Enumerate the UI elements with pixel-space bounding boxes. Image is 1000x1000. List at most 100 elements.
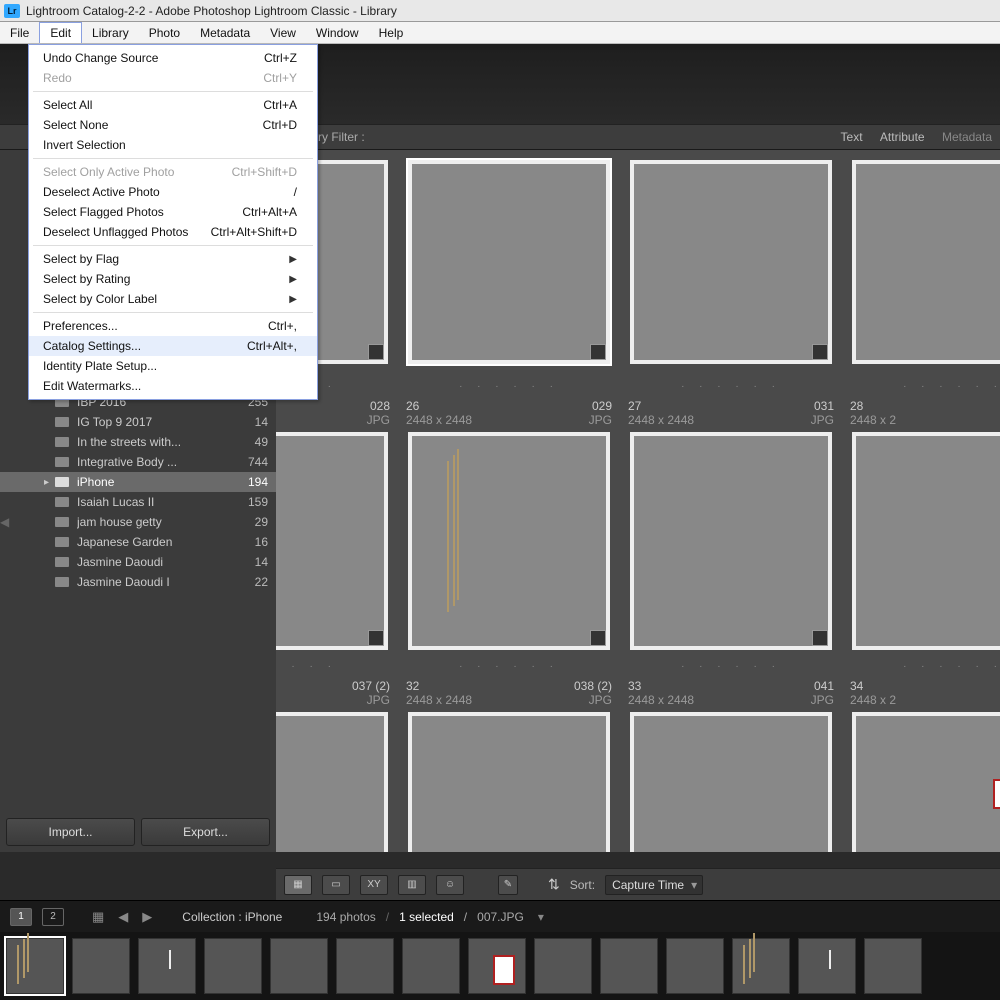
menu-item[interactable]: Invert Selection bbox=[29, 135, 317, 155]
filmstrip-thumbnail[interactable] bbox=[204, 938, 262, 994]
menu-item: Select Only Active PhotoCtrl+Shift+D bbox=[29, 162, 317, 182]
menu-item[interactable]: Deselect Unflagged PhotosCtrl+Alt+Shift+… bbox=[29, 222, 317, 242]
menu-item[interactable]: Edit Watermarks... bbox=[29, 376, 317, 396]
grid-cell[interactable]: 32038 (2)2448 x 2448JPG· · · · · · bbox=[398, 678, 620, 852]
view-grid-button[interactable]: ▦ bbox=[284, 875, 312, 895]
collection-path[interactable]: Collection : iPhone bbox=[182, 910, 282, 924]
filmstrip-thumbnail[interactable] bbox=[6, 938, 64, 994]
menu-item[interactable]: Select by Color Label▶ bbox=[29, 289, 317, 309]
sort-dropdown[interactable]: Capture Time bbox=[605, 875, 703, 895]
monitor-2-button[interactable]: 2 bbox=[42, 908, 64, 926]
thumbnail[interactable] bbox=[852, 432, 1000, 650]
menu-item[interactable]: Select Flagged PhotosCtrl+Alt+A bbox=[29, 202, 317, 222]
painter-tool-button[interactable]: ✎ bbox=[498, 875, 518, 895]
badge-icon[interactable] bbox=[368, 630, 384, 646]
thumbnail[interactable] bbox=[630, 712, 832, 852]
menu-photo[interactable]: Photo bbox=[139, 22, 190, 43]
filmstrip-thumbnail[interactable] bbox=[666, 938, 724, 994]
grid-cell[interactable]: · · · · · · bbox=[620, 150, 842, 398]
panel-collapse-handle[interactable]: ◀ bbox=[0, 515, 9, 529]
badge-icon[interactable] bbox=[368, 344, 384, 360]
view-survey-button[interactable]: ▥ bbox=[398, 875, 426, 895]
menu-metadata[interactable]: Metadata bbox=[190, 22, 260, 43]
grid-cell[interactable]: 270312448 x 2448JPG· · · · · · bbox=[620, 398, 842, 678]
nav-back-icon[interactable]: ◀ bbox=[116, 909, 130, 925]
library-filter-label: ry Filter : bbox=[318, 130, 365, 144]
collection-item[interactable]: Isaiah Lucas II159 bbox=[0, 492, 276, 512]
view-compare-button[interactable]: XY bbox=[360, 875, 388, 895]
folder-icon bbox=[55, 537, 69, 547]
grid-cell[interactable]: 330412448 x 2448JPG· · · · · · bbox=[620, 678, 842, 852]
menu-item[interactable]: Deselect Active Photo/ bbox=[29, 182, 317, 202]
view-loupe-button[interactable]: ▭ bbox=[322, 875, 350, 895]
thumbnail[interactable] bbox=[408, 712, 610, 852]
menu-item[interactable]: Select NoneCtrl+D bbox=[29, 115, 317, 135]
menu-help[interactable]: Help bbox=[369, 22, 414, 43]
sort-direction-icon[interactable]: ⇅ bbox=[548, 876, 560, 893]
grid-cell[interactable]: 282448 x 2· · · · · · bbox=[842, 398, 1000, 678]
filmstrip-thumbnail[interactable] bbox=[732, 938, 790, 994]
menu-item[interactable]: Select by Rating▶ bbox=[29, 269, 317, 289]
edit-menu-dropdown: Undo Change SourceCtrl+ZRedoCtrl+YSelect… bbox=[28, 44, 318, 400]
view-people-button[interactable]: ☺ bbox=[436, 875, 464, 895]
thumbnail-grid[interactable]: · · · · · ·· · · · · ·· · · · · ·· · · ·… bbox=[276, 150, 1000, 852]
grid-cell[interactable]: 0282448JPG· · · · · · bbox=[276, 398, 398, 678]
export-button[interactable]: Export... bbox=[141, 818, 270, 846]
import-button[interactable]: Import... bbox=[6, 818, 135, 846]
filmstrip-thumbnail[interactable] bbox=[270, 938, 328, 994]
filmstrip-thumbnail[interactable] bbox=[402, 938, 460, 994]
filmstrip-thumbnail[interactable] bbox=[798, 938, 856, 994]
monitor-1-button[interactable]: 1 bbox=[10, 908, 32, 926]
filter-tab-attribute[interactable]: Attribute bbox=[880, 130, 925, 144]
badge-icon[interactable] bbox=[590, 630, 606, 646]
thumbnail[interactable] bbox=[852, 160, 1000, 364]
filmstrip[interactable] bbox=[0, 932, 1000, 1000]
grid-cell[interactable]: 342448 x 2· · · · · · bbox=[842, 678, 1000, 852]
filter-tab-text[interactable]: Text bbox=[841, 130, 863, 144]
badge-icon[interactable] bbox=[812, 630, 828, 646]
thumbnail[interactable] bbox=[630, 160, 832, 364]
thumbnail[interactable] bbox=[276, 432, 388, 650]
collection-item[interactable]: jam house getty29 bbox=[0, 512, 276, 532]
menu-item[interactable]: Undo Change SourceCtrl+Z bbox=[29, 48, 317, 68]
filmstrip-thumbnail[interactable] bbox=[468, 938, 526, 994]
menu-item[interactable]: Select by Flag▶ bbox=[29, 249, 317, 269]
thumbnail[interactable] bbox=[408, 432, 610, 650]
grid-cell[interactable]: 31037 (2)2448 x 2448JPG· · · · · · bbox=[276, 678, 398, 852]
thumbnail[interactable] bbox=[408, 160, 610, 364]
collection-item[interactable]: Japanese Garden16 bbox=[0, 532, 276, 552]
menu-library[interactable]: Library bbox=[82, 22, 139, 43]
nav-forward-icon[interactable]: ▶ bbox=[140, 909, 154, 925]
thumbnail[interactable] bbox=[852, 712, 1000, 852]
filmstrip-thumbnail[interactable] bbox=[138, 938, 196, 994]
collection-item[interactable]: IG Top 9 201714 bbox=[0, 412, 276, 432]
filmstrip-thumbnail[interactable] bbox=[534, 938, 592, 994]
menu-view[interactable]: View bbox=[260, 22, 306, 43]
badge-icon[interactable] bbox=[812, 344, 828, 360]
collection-item[interactable]: iPhone194 bbox=[0, 472, 276, 492]
menu-item[interactable]: Catalog Settings...Ctrl+Alt+, bbox=[29, 336, 317, 356]
grid-icon[interactable]: ▦ bbox=[90, 909, 106, 925]
badge-icon[interactable] bbox=[590, 344, 606, 360]
grid-cell[interactable]: · · · · · · bbox=[842, 150, 1000, 398]
filmstrip-thumbnail[interactable] bbox=[336, 938, 394, 994]
filmstrip-thumbnail[interactable] bbox=[72, 938, 130, 994]
grid-cell[interactable]: · · · · · · bbox=[398, 150, 620, 398]
thumbnail[interactable] bbox=[630, 432, 832, 650]
filmstrip-thumbnail[interactable] bbox=[864, 938, 922, 994]
collection-item[interactable]: Jasmine Daoudi14 bbox=[0, 552, 276, 572]
chevron-down-icon[interactable]: ▾ bbox=[538, 910, 544, 924]
filmstrip-thumbnail[interactable] bbox=[600, 938, 658, 994]
thumbnail[interactable] bbox=[276, 712, 388, 852]
menu-file[interactable]: File bbox=[0, 22, 39, 43]
menu-item[interactable]: Identity Plate Setup... bbox=[29, 356, 317, 376]
grid-cell[interactable]: 260292448 x 2448JPG· · · · · · bbox=[398, 398, 620, 678]
collection-item[interactable]: Integrative Body ...744 bbox=[0, 452, 276, 472]
filter-tab-metadata[interactable]: Metadata bbox=[942, 130, 992, 144]
menu-item[interactable]: Select AllCtrl+A bbox=[29, 95, 317, 115]
menu-window[interactable]: Window bbox=[306, 22, 369, 43]
menu-edit[interactable]: Edit bbox=[39, 22, 82, 43]
menu-item[interactable]: Preferences...Ctrl+, bbox=[29, 316, 317, 336]
collection-item[interactable]: In the streets with...49 bbox=[0, 432, 276, 452]
collection-item[interactable]: Jasmine Daoudi I22 bbox=[0, 572, 276, 592]
